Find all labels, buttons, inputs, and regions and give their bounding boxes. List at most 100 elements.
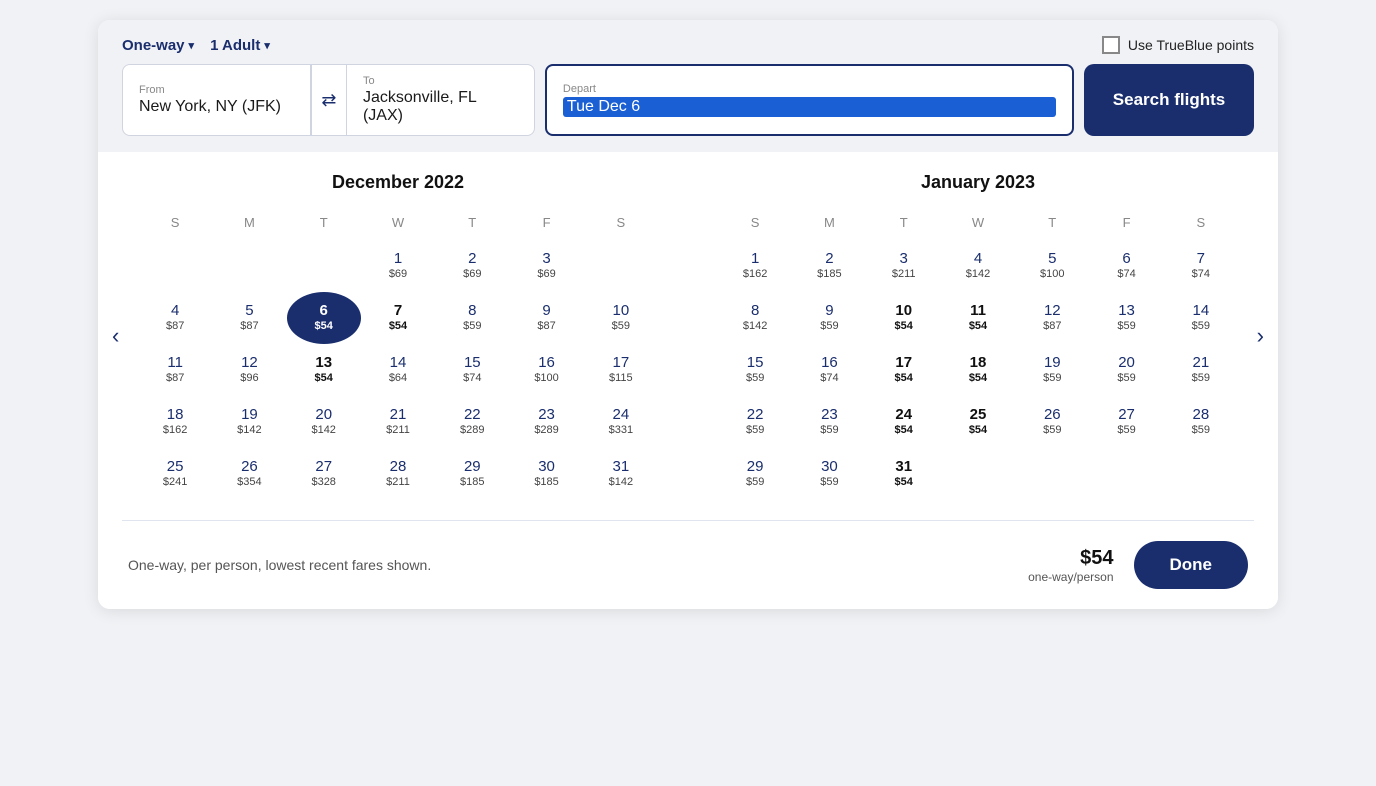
weekday-w1: W xyxy=(361,211,435,234)
day-1[interactable]: 1$162 xyxy=(718,240,792,292)
day-number: 22 xyxy=(747,406,764,424)
day-7[interactable]: 7$74 xyxy=(1164,240,1238,292)
trip-type-dropdown[interactable]: One-way ▾ xyxy=(122,37,194,54)
day-11[interactable]: 11$87 xyxy=(138,344,212,396)
day-22[interactable]: 22$59 xyxy=(718,396,792,448)
day-price: $54 xyxy=(895,476,913,489)
day-21[interactable]: 21$211 xyxy=(361,396,435,448)
day-15[interactable]: 15$59 xyxy=(718,344,792,396)
day-price: $162 xyxy=(163,424,187,437)
day-5[interactable]: 5$87 xyxy=(212,292,286,344)
to-field[interactable]: To Jacksonville, FL (JAX) xyxy=(347,65,534,135)
day-19[interactable]: 19$142 xyxy=(212,396,286,448)
day-price: $328 xyxy=(311,476,335,489)
day-17[interactable]: 17$115 xyxy=(584,344,658,396)
day-23[interactable]: 23$59 xyxy=(792,396,866,448)
day-14[interactable]: 14$64 xyxy=(361,344,435,396)
day-24[interactable]: 24$331 xyxy=(584,396,658,448)
day-10[interactable]: 10$59 xyxy=(584,292,658,344)
day-29[interactable]: 29$59 xyxy=(718,448,792,500)
from-field[interactable]: From New York, NY (JFK) xyxy=(123,65,311,135)
day-6[interactable]: 6$54 xyxy=(287,292,361,344)
day-28[interactable]: 28$59 xyxy=(1164,396,1238,448)
day-16[interactable]: 16$74 xyxy=(792,344,866,396)
day-28[interactable]: 28$211 xyxy=(361,448,435,500)
day-23[interactable]: 23$289 xyxy=(509,396,583,448)
day-20[interactable]: 20$59 xyxy=(1089,344,1163,396)
day-2[interactable]: 2$69 xyxy=(435,240,509,292)
day-15[interactable]: 15$74 xyxy=(435,344,509,396)
weekday-t1: T xyxy=(287,211,361,234)
day-4[interactable]: 4$142 xyxy=(941,240,1015,292)
day-17[interactable]: 17$54 xyxy=(867,344,941,396)
day-21[interactable]: 21$59 xyxy=(1164,344,1238,396)
day-16[interactable]: 16$100 xyxy=(509,344,583,396)
calendar-next-button[interactable]: › xyxy=(1247,323,1274,349)
origin-destination-group: From New York, NY (JFK) ⇄ To Jacksonvill… xyxy=(122,64,535,136)
day-18[interactable]: 18$54 xyxy=(941,344,1015,396)
day-22[interactable]: 22$289 xyxy=(435,396,509,448)
december-days-grid: 1$692$693$69 4$875$876$547$548$599$8710$5… xyxy=(138,240,658,500)
day-price: $59 xyxy=(1192,320,1210,333)
done-button[interactable]: Done xyxy=(1134,541,1249,589)
day-price: $59 xyxy=(1192,372,1210,385)
day-14[interactable]: 14$59 xyxy=(1164,292,1238,344)
day-5[interactable]: 5$100 xyxy=(1015,240,1089,292)
day-3[interactable]: 3$211 xyxy=(867,240,941,292)
day-3[interactable]: 3$69 xyxy=(509,240,583,292)
day-10[interactable]: 10$54 xyxy=(867,292,941,344)
day-number: 20 xyxy=(315,406,332,424)
day-price: $87 xyxy=(166,320,184,333)
depart-field[interactable]: Depart Tue Dec 6 xyxy=(545,64,1074,136)
trueblue-checkbox[interactable] xyxy=(1102,36,1120,54)
day-7[interactable]: 7$54 xyxy=(361,292,435,344)
day-price: $211 xyxy=(386,424,410,437)
weekday-t2: T xyxy=(435,211,509,234)
day-6[interactable]: 6$74 xyxy=(1089,240,1163,292)
day-31[interactable]: 31$142 xyxy=(584,448,658,500)
day-8[interactable]: 8$142 xyxy=(718,292,792,344)
day-price: $59 xyxy=(746,424,764,437)
day-25[interactable]: 25$54 xyxy=(941,396,1015,448)
day-number: 5 xyxy=(1048,250,1056,268)
day-27[interactable]: 27$328 xyxy=(287,448,361,500)
footer-note: One-way, per person, lowest recent fares… xyxy=(128,557,431,573)
calendar-december-weekdays: S M T W T F S xyxy=(138,211,658,234)
january-days-grid: 1$1622$1853$2114$1425$1006$747$74 8$1429$… xyxy=(718,240,1238,500)
calendar-prev-button[interactable]: ‹ xyxy=(102,323,129,349)
day-31[interactable]: 31$54 xyxy=(867,448,941,500)
passengers-dropdown[interactable]: 1 Adult ▾ xyxy=(210,37,270,54)
day-price: $59 xyxy=(1043,424,1061,437)
day-12[interactable]: 12$87 xyxy=(1015,292,1089,344)
search-flights-button[interactable]: Search flights xyxy=(1084,64,1254,136)
day-24[interactable]: 24$54 xyxy=(867,396,941,448)
day-30[interactable]: 30$59 xyxy=(792,448,866,500)
day-30[interactable]: 30$185 xyxy=(509,448,583,500)
day-number: 27 xyxy=(1118,406,1135,424)
day-13[interactable]: 13$54 xyxy=(287,344,361,396)
day-number: 13 xyxy=(1118,302,1135,320)
day-4[interactable]: 4$87 xyxy=(138,292,212,344)
day-13[interactable]: 13$59 xyxy=(1089,292,1163,344)
day-price: $54 xyxy=(895,372,913,385)
day-2[interactable]: 2$185 xyxy=(792,240,866,292)
day-number: 7 xyxy=(1197,250,1205,268)
day-number: 30 xyxy=(821,458,838,476)
day-1[interactable]: 1$69 xyxy=(361,240,435,292)
day-19[interactable]: 19$59 xyxy=(1015,344,1089,396)
day-number: 22 xyxy=(464,406,481,424)
day-26[interactable]: 26$354 xyxy=(212,448,286,500)
day-18[interactable]: 18$162 xyxy=(138,396,212,448)
day-26[interactable]: 26$59 xyxy=(1015,396,1089,448)
day-27[interactable]: 27$59 xyxy=(1089,396,1163,448)
day-9[interactable]: 9$59 xyxy=(792,292,866,344)
day-number: 23 xyxy=(538,406,555,424)
day-9[interactable]: 9$87 xyxy=(509,292,583,344)
swap-button[interactable]: ⇄ xyxy=(311,65,347,135)
day-25[interactable]: 25$241 xyxy=(138,448,212,500)
day-12[interactable]: 12$96 xyxy=(212,344,286,396)
day-11[interactable]: 11$54 xyxy=(941,292,1015,344)
day-20[interactable]: 20$142 xyxy=(287,396,361,448)
day-8[interactable]: 8$59 xyxy=(435,292,509,344)
day-29[interactable]: 29$185 xyxy=(435,448,509,500)
